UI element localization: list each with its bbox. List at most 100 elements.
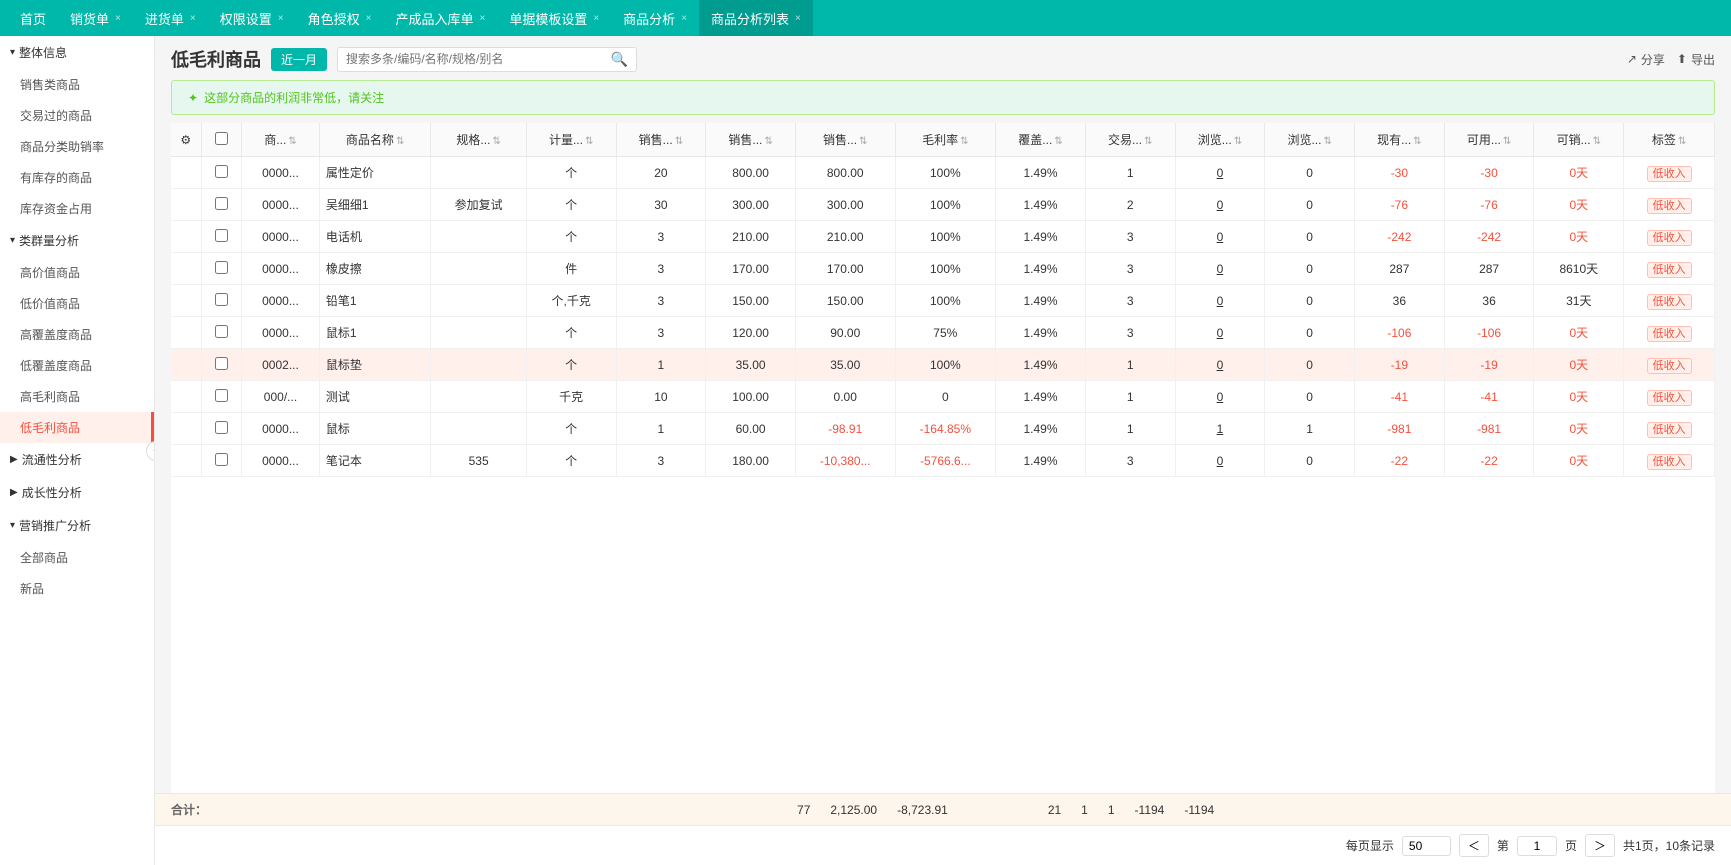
row-browse1[interactable]: 0 bbox=[1175, 189, 1265, 221]
data-table-container[interactable]: ⚙ 商...⇅ 商品名称⇅ 规格...⇅ 计量...⇅ 销售...⇅ 销售...… bbox=[171, 123, 1715, 793]
col-checkbox-header[interactable] bbox=[201, 123, 242, 157]
nav-product-in-close[interactable]: × bbox=[479, 13, 485, 24]
row-checkbox[interactable] bbox=[201, 189, 242, 221]
sidebar-item-high-coverage[interactable]: 高覆盖度商品 bbox=[0, 319, 154, 350]
page-size-select[interactable]: 50 100 200 bbox=[1402, 836, 1451, 856]
nav-product-analysis-list[interactable]: 商品分析列表 × bbox=[699, 0, 813, 36]
row-browse1[interactable]: 0 bbox=[1175, 445, 1265, 477]
sidebar-item-low-coverage[interactable]: 低覆盖度商品 bbox=[0, 350, 154, 381]
nav-product-analysis-list-close[interactable]: × bbox=[795, 13, 801, 24]
time-filter-button[interactable]: 近一月 bbox=[271, 48, 327, 71]
col-sales-price[interactable]: 销售...⇅ bbox=[706, 123, 796, 157]
next-page-button[interactable]: ＞ bbox=[1585, 834, 1615, 857]
group-cluster-arrow: ▾ bbox=[10, 235, 15, 246]
sidebar-group-cluster[interactable]: ▾ 类群量分析 bbox=[0, 224, 154, 257]
nav-product-in[interactable]: 产成品入库单 × bbox=[383, 0, 497, 36]
sidebar-item-sales-goods[interactable]: 销售类商品 bbox=[0, 69, 154, 100]
row-coverage: 1.49% bbox=[996, 285, 1086, 317]
row-browse1[interactable]: 1 bbox=[1175, 413, 1265, 445]
col-sales-amount[interactable]: 销售...⇅ bbox=[795, 123, 895, 157]
row-checkbox[interactable] bbox=[201, 253, 242, 285]
export-button[interactable]: ⬆ 导出 bbox=[1677, 51, 1715, 68]
nav-role-close[interactable]: × bbox=[366, 13, 372, 24]
row-browse1[interactable]: 0 bbox=[1175, 157, 1265, 189]
sidebar-item-low-value[interactable]: 低价值商品 bbox=[0, 288, 154, 319]
row-spec: 参加复试 bbox=[431, 189, 526, 221]
nav-purchase-order[interactable]: 进货单 × bbox=[133, 0, 208, 36]
row-browse1[interactable]: 0 bbox=[1175, 317, 1265, 349]
sidebar-item-new-goods[interactable]: 新品 bbox=[0, 573, 154, 604]
sidebar-item-category-rate[interactable]: 商品分类助销率 bbox=[0, 131, 154, 162]
sidebar-item-stock-goods[interactable]: 有库存的商品 bbox=[0, 162, 154, 193]
row-checkbox[interactable] bbox=[201, 413, 242, 445]
row-unit: 个 bbox=[526, 221, 616, 253]
row-current-stock: -30 bbox=[1355, 157, 1445, 189]
row-browse1[interactable]: 0 bbox=[1175, 221, 1265, 253]
col-available[interactable]: 可用...⇅ bbox=[1444, 123, 1534, 157]
prev-page-button[interactable]: ＜ bbox=[1459, 834, 1489, 857]
nav-permission-close[interactable]: × bbox=[278, 13, 284, 24]
row-checkbox[interactable] bbox=[201, 349, 242, 381]
row-salable: 0天 bbox=[1534, 157, 1624, 189]
col-browse2[interactable]: 浏览...⇅ bbox=[1265, 123, 1355, 157]
nav-role[interactable]: 角色授权 × bbox=[296, 0, 384, 36]
col-tag[interactable]: 标签⇅ bbox=[1624, 123, 1715, 157]
row-settings bbox=[171, 221, 201, 253]
row-trade: 3 bbox=[1085, 285, 1175, 317]
col-unit[interactable]: 计量...⇅ bbox=[526, 123, 616, 157]
row-browse1[interactable]: 0 bbox=[1175, 253, 1265, 285]
notice-bar: ✦ 这部分商品的利润非常低，请关注 bbox=[171, 80, 1715, 115]
nav-product-analysis[interactable]: 商品分析 × bbox=[611, 0, 699, 36]
search-icon[interactable]: 🔍 bbox=[611, 51, 628, 68]
col-browse1[interactable]: 浏览...⇅ bbox=[1175, 123, 1265, 157]
col-salable[interactable]: 可销...⇅ bbox=[1534, 123, 1624, 157]
col-coverage[interactable]: 覆盖...⇅ bbox=[996, 123, 1086, 157]
col-spec[interactable]: 规格...⇅ bbox=[431, 123, 526, 157]
nav-template[interactable]: 单据模板设置 × bbox=[497, 0, 611, 36]
sidebar-group-overall[interactable]: ▾ 整体信息 bbox=[0, 36, 154, 69]
nav-template-close[interactable]: × bbox=[593, 13, 599, 24]
col-current-stock[interactable]: 现有...⇅ bbox=[1355, 123, 1445, 157]
sidebar-item-high-margin[interactable]: 高毛利商品 bbox=[0, 381, 154, 412]
row-code: 0000... bbox=[242, 285, 320, 317]
row-coverage: 1.49% bbox=[996, 413, 1086, 445]
sidebar-item-high-value[interactable]: 高价值商品 bbox=[0, 257, 154, 288]
nav-home[interactable]: 首页 bbox=[8, 0, 58, 36]
share-button[interactable]: ↗ 分享 bbox=[1627, 51, 1665, 68]
row-settings bbox=[171, 317, 201, 349]
col-gross-rate[interactable]: 毛利率⇅ bbox=[895, 123, 996, 157]
sidebar-item-all-goods[interactable]: 全部商品 bbox=[0, 542, 154, 573]
sidebar-group-flow[interactable]: ▶ 流通性分析 bbox=[0, 443, 154, 476]
sidebar-group-marketing[interactable]: ▾ 营销推广分析 bbox=[0, 509, 154, 542]
row-checkbox[interactable] bbox=[201, 221, 242, 253]
sidebar-item-stock-capital[interactable]: 库存资金占用 bbox=[0, 193, 154, 224]
table-row: 000/... 测试 千克 10 100.00 0.00 0 1.49% 1 0… bbox=[171, 381, 1715, 413]
nav-sales-order[interactable]: 销货单 × bbox=[58, 0, 133, 36]
row-checkbox[interactable] bbox=[201, 285, 242, 317]
row-checkbox[interactable] bbox=[201, 317, 242, 349]
nav-product-analysis-close[interactable]: × bbox=[681, 13, 687, 24]
row-checkbox[interactable] bbox=[201, 381, 242, 413]
row-browse1[interactable]: 0 bbox=[1175, 349, 1265, 381]
data-table: ⚙ 商...⇅ 商品名称⇅ 规格...⇅ 计量...⇅ 销售...⇅ 销售...… bbox=[171, 123, 1715, 477]
row-checkbox[interactable] bbox=[201, 157, 242, 189]
search-box: 🔍 bbox=[337, 47, 637, 72]
row-browse1[interactable]: 0 bbox=[1175, 285, 1265, 317]
sidebar-group-growth[interactable]: ▶ 成长性分析 bbox=[0, 476, 154, 509]
col-code[interactable]: 商...⇅ bbox=[242, 123, 320, 157]
row-checkbox[interactable] bbox=[201, 445, 242, 477]
col-trade[interactable]: 交易...⇅ bbox=[1085, 123, 1175, 157]
nav-permission[interactable]: 权限设置 × bbox=[208, 0, 296, 36]
sidebar: « ▾ 整体信息 销售类商品 交易过的商品 商品分类助销率 有库存的商品 库存资… bbox=[0, 36, 155, 865]
page-input[interactable] bbox=[1517, 836, 1557, 856]
row-browse1[interactable]: 0 bbox=[1175, 381, 1265, 413]
col-name[interactable]: 商品名称⇅ bbox=[319, 123, 431, 157]
search-input[interactable] bbox=[346, 52, 611, 66]
sidebar-item-traded-goods[interactable]: 交易过的商品 bbox=[0, 100, 154, 131]
select-all-checkbox[interactable] bbox=[215, 132, 228, 145]
sidebar-item-low-margin[interactable]: 低毛利商品 bbox=[0, 412, 154, 443]
nav-sales-order-close[interactable]: × bbox=[115, 13, 121, 24]
nav-purchase-order-close[interactable]: × bbox=[190, 13, 196, 24]
col-settings[interactable]: ⚙ bbox=[171, 123, 201, 157]
col-sales-qty[interactable]: 销售...⇅ bbox=[616, 123, 706, 157]
